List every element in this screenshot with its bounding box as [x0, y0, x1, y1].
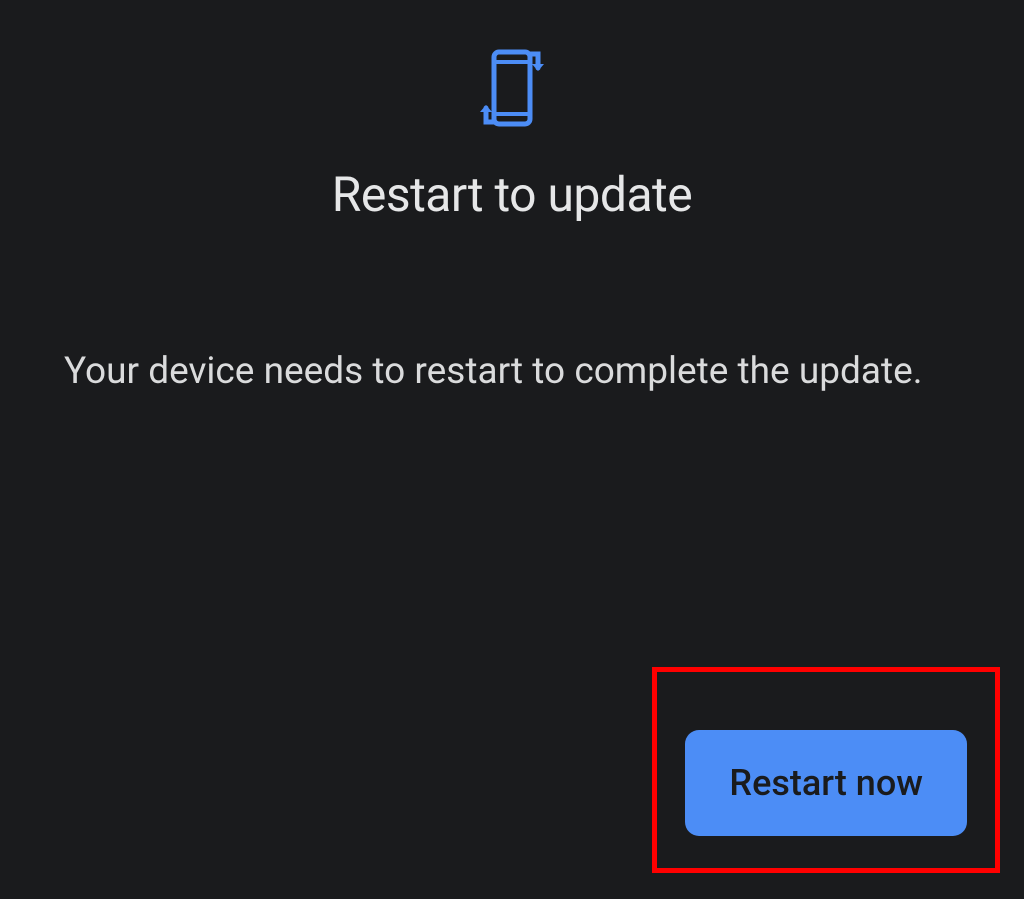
restart-now-button[interactable]: Restart now: [685, 730, 967, 836]
annotation-highlight-box: Restart now: [652, 667, 1000, 873]
dialog-description: Your device needs to restart to complete…: [0, 343, 1024, 400]
device-refresh-icon: [480, 48, 544, 128]
header-icon-wrapper: [480, 48, 544, 128]
dialog-title: Restart to update: [332, 166, 692, 223]
